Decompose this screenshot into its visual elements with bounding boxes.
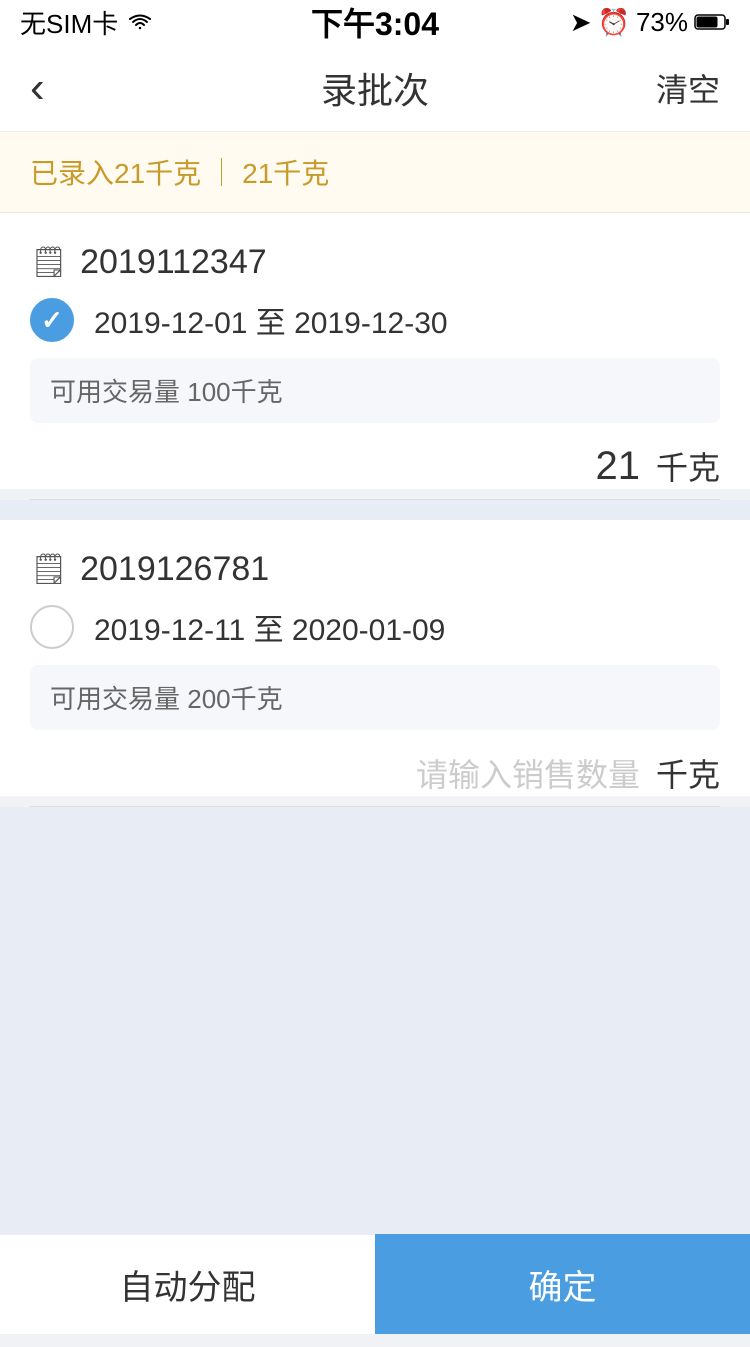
batch2-radio[interactable] [30, 605, 74, 649]
batch2-row: 2019-12-11 至 2020-01-09 [30, 605, 720, 649]
batch2-header: 🗒 2019126781 [30, 550, 720, 589]
location-icon: ➤ [570, 7, 592, 38]
carrier-text: 无SIM卡 [20, 4, 118, 41]
main-content: 已录入21千克 21千克 🗒 2019112347 2019-12-01 至 2… [0, 132, 750, 1347]
batch2-date-range: 2019-12-11 至 2020-01-09 [94, 605, 445, 649]
batch2-avail-text: 可用交易量 200千克 [50, 684, 283, 714]
auto-distribute-button[interactable]: 自动分配 [0, 1234, 375, 1334]
batch2-input-placeholder: 请输入销售数量 [30, 750, 640, 796]
batch2-icon: 🗒 [30, 552, 68, 587]
status-time: 下午3:04 [311, 0, 439, 45]
batch2-input-row[interactable]: 请输入销售数量 千克 [0, 730, 750, 796]
recorded-amount-label: 已录入21千克 [30, 152, 201, 192]
wifi-icon [126, 12, 154, 32]
status-left: 无SIM卡 [20, 4, 154, 41]
batch1-card: 🗒 2019112347 2019-12-01 至 2019-12-30 可用交… [0, 213, 750, 423]
batch1-input-row: 21 千克 [0, 423, 750, 489]
batch1-avail-row: 可用交易量 100千克 [30, 358, 720, 423]
nav-bar: ‹ 录批次 清空 [0, 44, 750, 132]
batch2-unit: 千克 [656, 750, 720, 796]
batch1-header: 🗒 2019112347 [30, 243, 720, 282]
back-button[interactable]: ‹ [30, 66, 45, 110]
batch2-id: 2019126781 [80, 550, 269, 589]
battery-icon [694, 13, 730, 31]
page-title: 录批次 [321, 62, 429, 114]
batch1-row: 2019-12-01 至 2019-12-30 [30, 298, 720, 342]
empty-area [0, 807, 750, 1247]
info-divider [221, 158, 222, 186]
batch2-card: 🗒 2019126781 2019-12-11 至 2020-01-09 可用交… [0, 520, 750, 730]
amount-value: 21千克 [242, 152, 329, 192]
info-banner: 已录入21千克 21千克 [0, 132, 750, 213]
battery-text: 73% [636, 7, 688, 38]
batch1-icon: 🗒 [30, 245, 68, 280]
batch1-id: 2019112347 [80, 243, 267, 282]
batch1-radio[interactable] [30, 298, 74, 342]
separator-1 [0, 500, 750, 520]
batch1-unit: 千克 [656, 443, 720, 489]
batch1-avail-text: 可用交易量 100千克 [50, 377, 283, 407]
status-right: ➤ ⏰ 73% [570, 7, 730, 38]
clear-button[interactable]: 清空 [656, 65, 720, 111]
batch1-date-range: 2019-12-01 至 2019-12-30 [94, 298, 448, 342]
confirm-button[interactable]: 确定 [375, 1234, 750, 1334]
batch2-avail-row: 可用交易量 200千克 [30, 665, 720, 730]
batch1-quantity: 21 [440, 444, 640, 489]
status-bar: 无SIM卡 下午3:04 ➤ ⏰ 73% [0, 0, 750, 44]
alarm-icon: ⏰ [598, 7, 630, 38]
bottom-bar: 自动分配 确定 [0, 1234, 750, 1334]
